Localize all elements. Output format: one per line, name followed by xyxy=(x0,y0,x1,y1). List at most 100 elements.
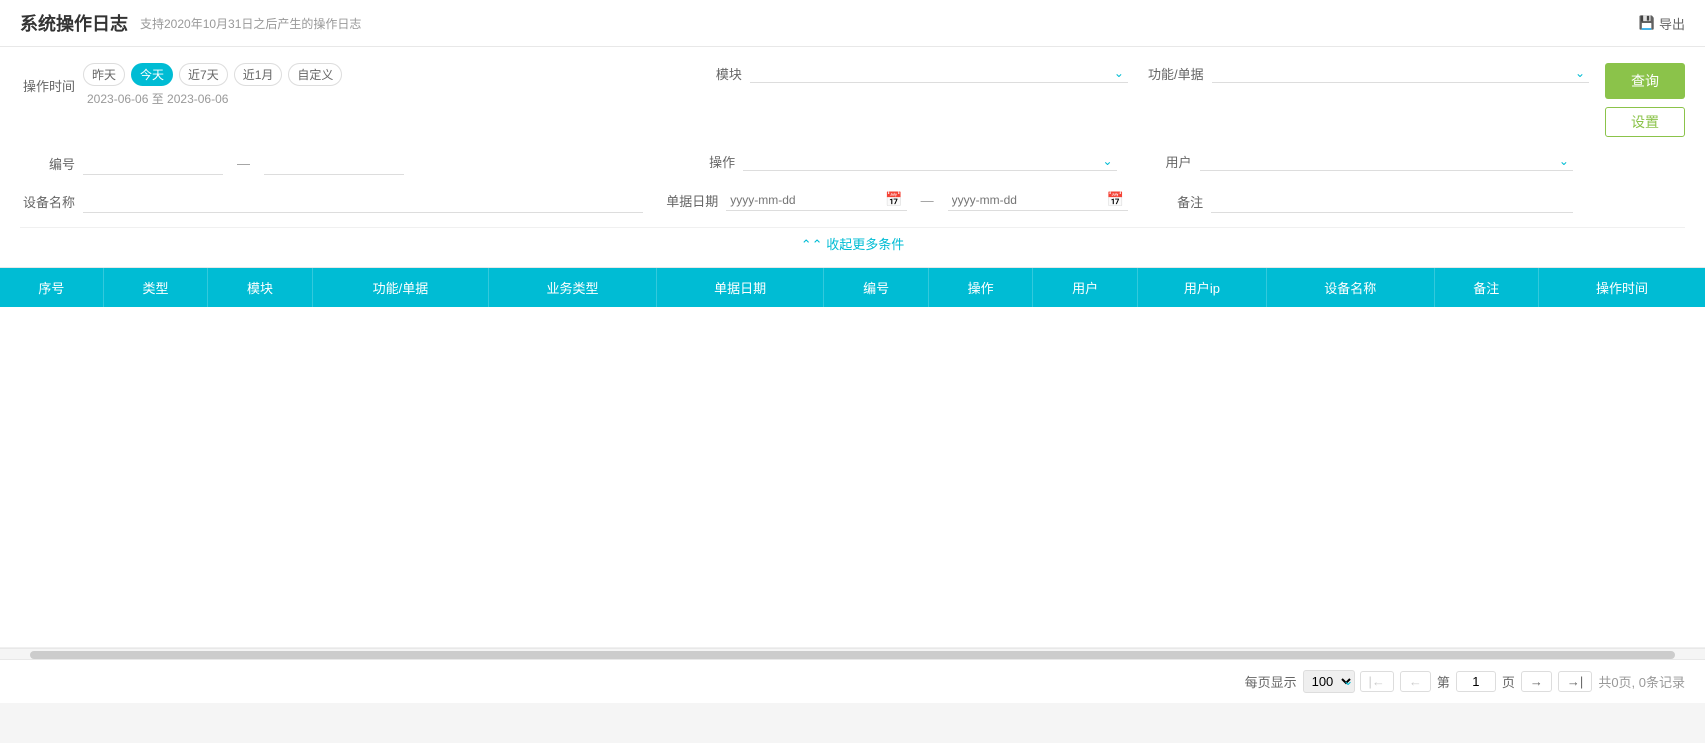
scroll-thumb[interactable] xyxy=(30,651,1675,659)
filter-area: 操作时间 昨天 今天 近7天 近1月 自定义 2023-06-06 至 2023… xyxy=(0,47,1705,268)
calendar-from-icon[interactable]: 📅 xyxy=(885,191,902,208)
function-chevron-icon: ⌄ xyxy=(1575,66,1585,80)
date-from-input[interactable] xyxy=(730,193,885,207)
operation-filter: 操作 ⌄ xyxy=(680,151,1116,171)
col-op-time: 操作时间 xyxy=(1539,268,1705,307)
col-user: 用户 xyxy=(1033,268,1137,307)
page-input[interactable] xyxy=(1456,671,1496,692)
time-option-group: 昨天 今天 近7天 近1月 自定义 xyxy=(83,63,342,86)
number-filter: 编号 — xyxy=(20,151,660,175)
col-operation: 操作 xyxy=(928,268,1032,307)
date-range-text: 2023-06-06 至 2023-06-06 xyxy=(87,92,228,106)
page-suffix: 页 xyxy=(1502,672,1515,691)
user-filter: 用户 ⌄ xyxy=(1137,151,1573,171)
operation-time-label: 操作时间 xyxy=(20,76,75,95)
col-biz-type: 业务类型 xyxy=(489,268,657,307)
col-device: 设备名称 xyxy=(1266,268,1434,307)
time-btn-1month[interactable]: 近1月 xyxy=(234,63,283,86)
page-title: 系统操作日志 xyxy=(20,10,128,36)
action-buttons: 查询 设置 xyxy=(1605,63,1685,137)
operation-select-wrap[interactable]: ⌄ xyxy=(743,151,1116,171)
operation-select[interactable] xyxy=(747,153,1098,168)
single-date-dash: — xyxy=(915,193,940,208)
col-module: 模块 xyxy=(208,268,312,307)
note-label: 备注 xyxy=(1148,192,1203,211)
empty-row xyxy=(0,307,1705,647)
table-area: 序号 类型 模块 功能/单据 业务类型 单据日期 编号 操作 用户 用户ip 设… xyxy=(0,268,1705,648)
number-label: 编号 xyxy=(20,154,75,173)
col-single-date: 单据日期 xyxy=(656,268,824,307)
user-select-wrap[interactable]: ⌄ xyxy=(1200,151,1573,171)
collapse-icon: ⌃⌃ xyxy=(801,237,823,252)
function-select[interactable] xyxy=(1216,65,1571,80)
settings-button[interactable]: 设置 xyxy=(1605,107,1685,137)
scroll-track[interactable] xyxy=(0,648,1705,660)
page-size-select[interactable]: 100 50 20 xyxy=(1303,670,1355,693)
page-subtitle: 支持2020年10月31日之后产生的操作日志 xyxy=(140,15,361,32)
table-header: 序号 类型 模块 功能/单据 业务类型 单据日期 编号 操作 用户 用户ip 设… xyxy=(0,268,1705,307)
collapse-bar[interactable]: ⌃⌃ 收起更多条件 xyxy=(20,227,1685,259)
empty-cell xyxy=(0,307,1705,647)
table-header-row: 序号 类型 模块 功能/单据 业务类型 单据日期 编号 操作 用户 用户ip 设… xyxy=(0,268,1705,307)
time-btn-7days[interactable]: 近7天 xyxy=(179,63,228,86)
number-input-from[interactable] xyxy=(83,151,223,175)
module-filter: 模块 ⌄ xyxy=(687,63,1128,83)
col-seq: 序号 xyxy=(0,268,103,307)
col-user-ip: 用户ip xyxy=(1137,268,1266,307)
time-btn-today[interactable]: 今天 xyxy=(131,63,173,86)
export-button[interactable]: 💾 导出 xyxy=(1639,14,1685,33)
device-filter: 设备名称 xyxy=(20,189,643,213)
col-note: 备注 xyxy=(1434,268,1538,307)
operation-label: 操作 xyxy=(680,152,735,171)
number-dash: — xyxy=(231,156,256,171)
col-type: 类型 xyxy=(103,268,207,307)
prev-page-button[interactable]: ← xyxy=(1400,671,1431,692)
number-input-to[interactable] xyxy=(264,151,404,175)
export-label: 导出 xyxy=(1659,14,1685,33)
operation-time-filter: 操作时间 昨天 今天 近7天 近1月 自定义 2023-06-06 至 2023… xyxy=(20,63,667,107)
page-label: 第 xyxy=(1437,672,1450,691)
filter-row-1: 操作时间 昨天 今天 近7天 近1月 自定义 2023-06-06 至 2023… xyxy=(20,63,1685,137)
single-date-label: 单据日期 xyxy=(663,191,718,210)
module-chevron-icon: ⌄ xyxy=(1114,66,1124,80)
user-select[interactable] xyxy=(1204,153,1555,168)
single-date-filter: 单据日期 📅 — 📅 xyxy=(663,189,1128,211)
last-page-button[interactable]: →| xyxy=(1558,671,1592,692)
module-select[interactable] xyxy=(754,65,1110,80)
operation-chevron-icon: ⌄ xyxy=(1102,154,1112,168)
note-filter: 备注 xyxy=(1148,189,1573,213)
table-body xyxy=(0,307,1705,647)
collapse-label: 收起更多条件 xyxy=(826,237,904,252)
device-label: 设备名称 xyxy=(20,192,75,211)
user-chevron-icon: ⌄ xyxy=(1559,154,1569,168)
calendar-to-icon[interactable]: 📅 xyxy=(1107,191,1124,208)
user-label: 用户 xyxy=(1137,152,1192,171)
function-filter: 功能/单据 ⌄ xyxy=(1148,63,1589,83)
next-page-button[interactable]: → xyxy=(1521,671,1552,692)
module-label: 模块 xyxy=(687,64,742,83)
time-btn-yesterday[interactable]: 昨天 xyxy=(83,63,125,86)
export-icon: 💾 xyxy=(1639,15,1655,31)
filter-row-3: 设备名称 单据日期 📅 — 📅 备注 xyxy=(20,189,1685,213)
header-left: 系统操作日志 支持2020年10月31日之后产生的操作日志 xyxy=(20,10,361,36)
filter-row-2: 编号 — 操作 ⌄ 用户 ⌄ xyxy=(20,151,1685,175)
function-label: 功能/单据 xyxy=(1148,64,1204,83)
col-function: 功能/单据 xyxy=(312,268,488,307)
page-header: 系统操作日志 支持2020年10月31日之后产生的操作日志 💾 导出 xyxy=(0,0,1705,47)
note-input[interactable] xyxy=(1211,189,1573,213)
module-select-wrap[interactable]: ⌄ xyxy=(750,63,1128,83)
time-btn-custom[interactable]: 自定义 xyxy=(288,63,342,86)
device-input[interactable] xyxy=(83,189,643,213)
function-select-wrap[interactable]: ⌄ xyxy=(1212,63,1589,83)
pagination-area: 每页显示 100 50 20 ⌄ |← ← 第 页 → →| 共0页, 0条记录 xyxy=(0,660,1705,703)
time-options: 昨天 今天 近7天 近1月 自定义 2023-06-06 至 2023-06-0… xyxy=(83,63,342,107)
total-text: 共0页, 0条记录 xyxy=(1598,672,1685,691)
date-to-wrap[interactable]: 📅 xyxy=(948,189,1128,211)
date-to-input[interactable] xyxy=(952,193,1107,207)
first-page-button[interactable]: |← xyxy=(1360,671,1394,692)
data-table: 序号 类型 模块 功能/单据 业务类型 单据日期 编号 操作 用户 用户ip 设… xyxy=(0,268,1705,648)
query-button[interactable]: 查询 xyxy=(1605,63,1685,99)
date-from-wrap[interactable]: 📅 xyxy=(726,189,906,211)
col-number: 编号 xyxy=(824,268,928,307)
page-size-label: 每页显示 xyxy=(1245,672,1297,691)
